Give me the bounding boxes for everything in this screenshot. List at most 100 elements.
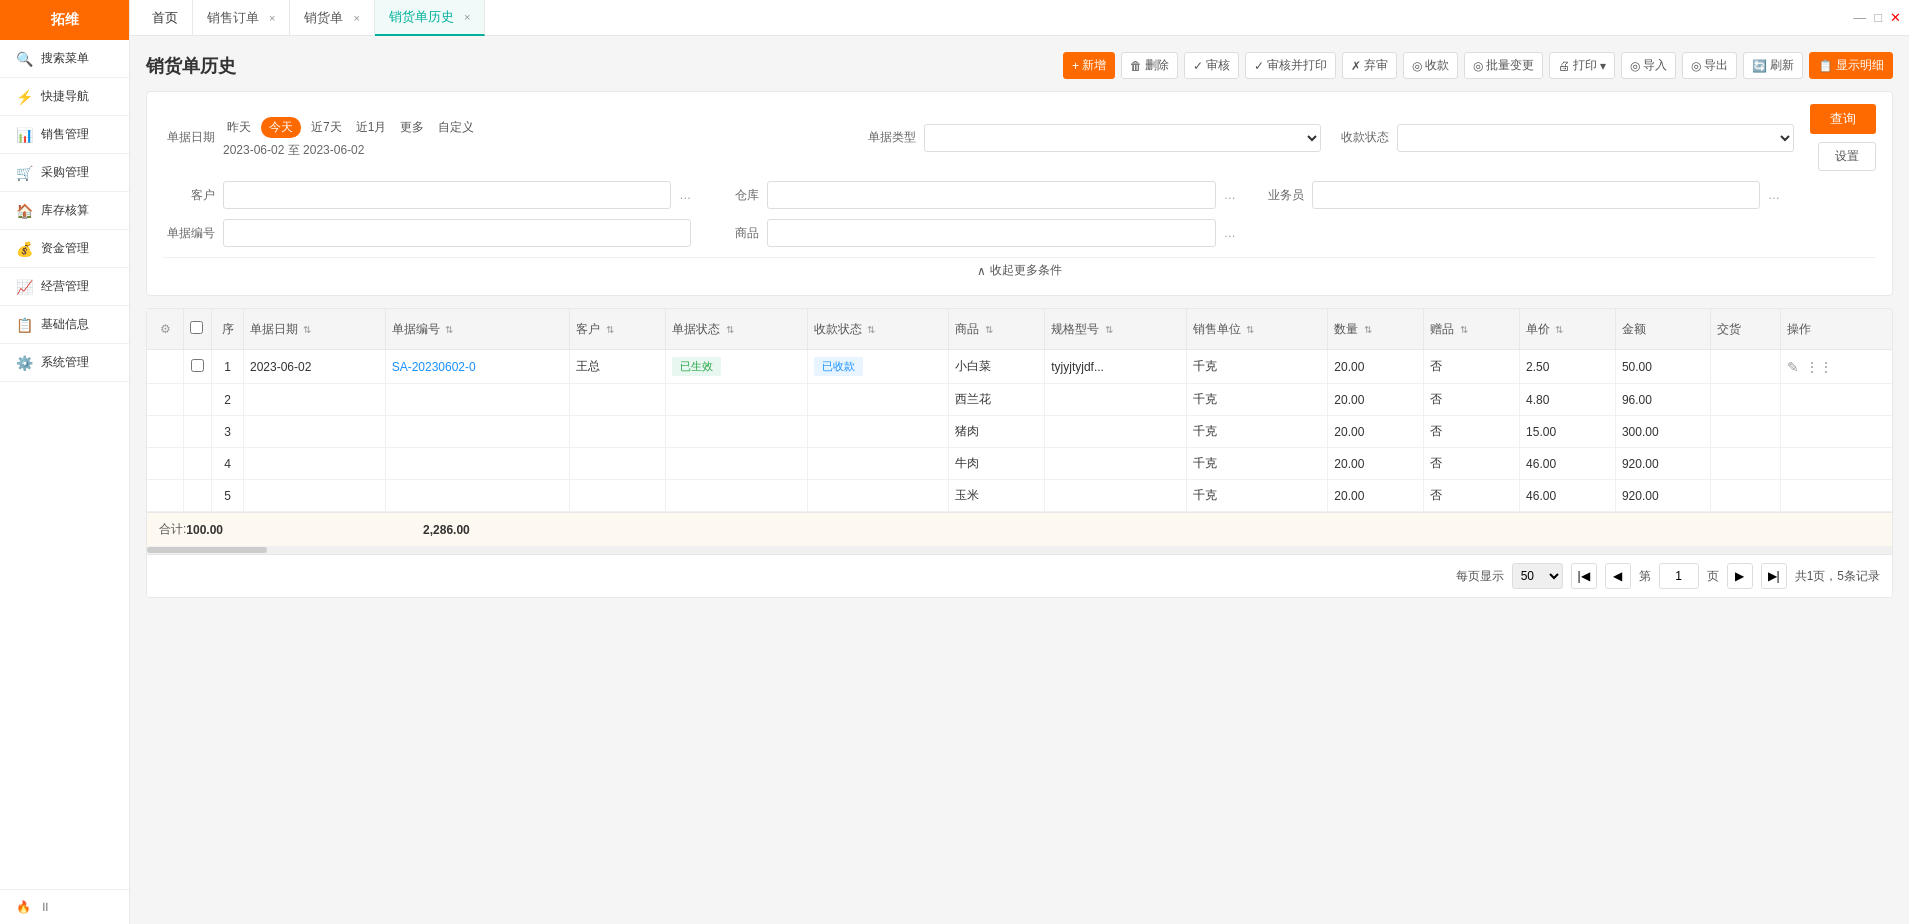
query-button[interactable]: 查询 [1810, 104, 1876, 134]
filter-collapse-label: 收起更多条件 [990, 262, 1062, 279]
shortcut-more[interactable]: 更多 [396, 117, 428, 138]
filter-product-input[interactable] [767, 219, 1215, 247]
table-footer: 合计: 100.00 2,286.00 [147, 512, 1892, 546]
th-doc-no[interactable]: 单据编号 ⇅ [385, 309, 570, 350]
shortcut-last1month[interactable]: 近1月 [352, 117, 391, 138]
shortcut-today[interactable]: 今天 [261, 117, 301, 138]
th-doc-date[interactable]: 单据日期 ⇅ [244, 309, 386, 350]
window-minimize-btn[interactable]: — [1853, 10, 1866, 25]
import-icon: ◎ [1630, 59, 1640, 73]
table-scroll-thumb[interactable] [147, 547, 267, 553]
td-gear [147, 350, 184, 384]
abandon-button[interactable]: ✗ 弃审 [1342, 52, 1397, 79]
sidebar-item-sales-mgmt[interactable]: 📊 销售管理 [0, 116, 129, 154]
filter-salesperson-dots[interactable]: … [1768, 188, 1780, 202]
filter-customer-input[interactable] [223, 181, 671, 209]
th-unit-price[interactable]: 单价 ⇅ [1520, 309, 1616, 350]
row-actions: ✎ ⋮⋮ [1787, 359, 1886, 375]
page-input[interactable] [1659, 563, 1699, 589]
th-spec[interactable]: 规格型号 ⇅ [1045, 309, 1187, 350]
sidebar-item-operations[interactable]: 📈 经营管理 [0, 268, 129, 306]
tab-sales-order-close[interactable]: × [269, 12, 275, 24]
add-button[interactable]: + 新增 [1063, 52, 1115, 79]
td-doc-status [666, 416, 808, 448]
sidebar-item-finance[interactable]: 💰 资金管理 [0, 230, 129, 268]
sidebar-item-purchase-mgmt[interactable]: 🛒 采购管理 [0, 154, 129, 192]
batch-change-icon: ◎ [1473, 59, 1483, 73]
filter-product-dots[interactable]: … [1224, 226, 1236, 240]
td-product: 西兰花 [949, 384, 1045, 416]
sidebar-bottom-icon1[interactable]: 🔥 [16, 900, 31, 914]
batch-change-button[interactable]: ◎ 批量变更 [1464, 52, 1543, 79]
filter-warehouse-input[interactable] [767, 181, 1215, 209]
print-button[interactable]: 🖨 打印 ▾ [1549, 52, 1615, 79]
doc-no-link[interactable]: SA-20230602-0 [392, 360, 476, 374]
th-unit[interactable]: 销售单位 ⇅ [1186, 309, 1328, 350]
export-button[interactable]: ◎ 导出 [1682, 52, 1737, 79]
page-size-label: 每页显示 [1456, 568, 1504, 585]
delete-button[interactable]: 🗑 删除 [1121, 52, 1178, 79]
tab-sales-history-close[interactable]: × [464, 11, 470, 23]
receive-button[interactable]: ◎ 收款 [1403, 52, 1458, 79]
filter-doctype-select[interactable] [924, 124, 1321, 152]
window-maximize-btn[interactable]: □ [1874, 10, 1882, 25]
row-checkbox[interactable] [191, 359, 204, 372]
filter-paystatus-select[interactable] [1397, 124, 1794, 152]
tab-sales-delivery[interactable]: 销货单 × [290, 0, 374, 36]
more-icon[interactable]: ⋮⋮ [1805, 359, 1833, 375]
tab-sales-delivery-close[interactable]: × [353, 12, 359, 24]
page-prev-btn[interactable]: ◀ [1605, 563, 1631, 589]
filter-salesperson-input[interactable] [1312, 181, 1760, 209]
sort-product-icon: ⇅ [985, 324, 993, 335]
td-gear [147, 416, 184, 448]
tab-home[interactable]: 首页 [138, 0, 193, 36]
page-last-btn[interactable]: ▶| [1761, 563, 1787, 589]
td-unit: 千克 [1186, 350, 1328, 384]
th-qty[interactable]: 数量 ⇅ [1328, 309, 1424, 350]
td-unit: 千克 [1186, 448, 1328, 480]
refresh-button[interactable]: 🔄 刷新 [1743, 52, 1803, 79]
page-next-btn[interactable]: ▶ [1727, 563, 1753, 589]
sidebar-item-label-sys: 系统管理 [41, 354, 89, 371]
filter-docno-input[interactable] [223, 219, 691, 247]
sidebar-bottom-icon2[interactable]: ⏸ [39, 900, 51, 914]
sidebar-item-search-menu[interactable]: 🔍 搜索菜单 [0, 40, 129, 78]
shortcut-yesterday[interactable]: 昨天 [223, 117, 255, 138]
table-header-row: ⚙ 序 单据日期 ⇅ 单据编号 ⇅ [147, 309, 1892, 350]
import-button[interactable]: ◎ 导入 [1621, 52, 1676, 79]
edit-icon[interactable]: ✎ [1787, 359, 1799, 375]
filter-customer-dots[interactable]: … [679, 188, 691, 202]
filter-warehouse-dots[interactable]: … [1224, 188, 1236, 202]
td-transaction [1710, 448, 1780, 480]
sidebar-item-quick-nav[interactable]: ⚡ 快捷导航 [0, 78, 129, 116]
sidebar-item-basic-info[interactable]: 📋 基础信息 [0, 306, 129, 344]
tab-sales-history[interactable]: 销货单历史 × [375, 0, 485, 36]
collapse-up-icon: ∧ [977, 264, 986, 278]
select-all-checkbox[interactable] [190, 321, 203, 334]
window-close-btn[interactable]: ✕ [1890, 10, 1901, 25]
td-doc-no [385, 448, 570, 480]
audit-print-button[interactable]: ✓ 审核并打印 [1245, 52, 1336, 79]
th-doc-status[interactable]: 单据状态 ⇅ [666, 309, 808, 350]
audit-button[interactable]: ✓ 审核 [1184, 52, 1239, 79]
shortcut-custom[interactable]: 自定义 [434, 117, 478, 138]
td-checkbox [184, 480, 212, 512]
shortcut-last7days[interactable]: 近7天 [307, 117, 346, 138]
total-qty: 100.00 [186, 523, 223, 537]
tab-sales-order-label: 销售订单 [207, 9, 259, 27]
gear-settings-icon[interactable]: ⚙ [153, 317, 177, 341]
show-detail-button[interactable]: 📋 显示明细 [1809, 52, 1893, 79]
setting-button[interactable]: 设置 [1818, 142, 1876, 171]
th-pay-status-label: 收款状态 [814, 322, 862, 336]
page-first-btn[interactable]: |◀ [1571, 563, 1597, 589]
sidebar-item-sys-mgmt[interactable]: ⚙️ 系统管理 [0, 344, 129, 382]
filter-collapse-btn[interactable]: ∧ 收起更多条件 [163, 257, 1876, 283]
tab-sales-order[interactable]: 销售订单 × [193, 0, 290, 36]
th-product[interactable]: 商品 ⇅ [949, 309, 1045, 350]
th-pay-status[interactable]: 收款状态 ⇅ [807, 309, 949, 350]
th-customer[interactable]: 客户 ⇅ [570, 309, 666, 350]
table-scroll-bar[interactable] [147, 546, 1892, 554]
sidebar-item-inventory[interactable]: 🏠 库存核算 [0, 192, 129, 230]
page-size-select[interactable]: 50 100 200 [1512, 563, 1563, 589]
th-gift[interactable]: 赠品 ⇅ [1424, 309, 1520, 350]
